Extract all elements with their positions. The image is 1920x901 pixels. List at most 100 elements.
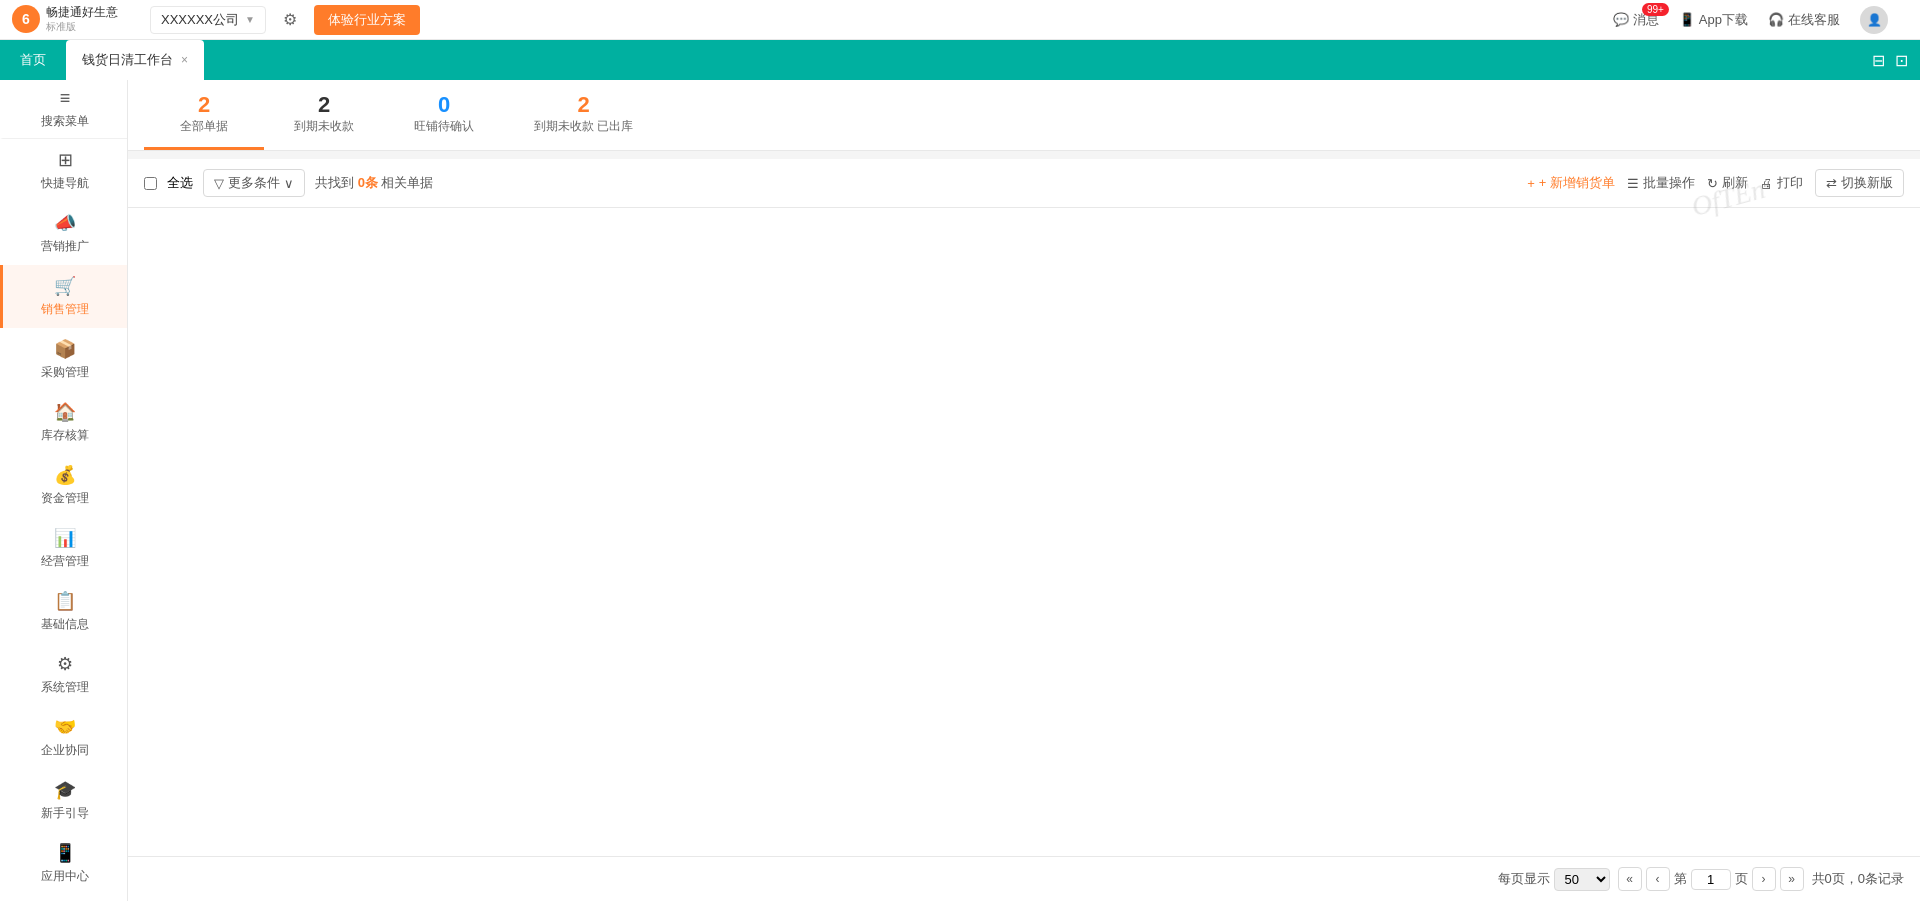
company-name: XXXXXX公司 xyxy=(161,11,239,29)
stat-tab-overdue[interactable]: 2 到期未收款 xyxy=(264,80,384,150)
add-label: + 新增销货单 xyxy=(1539,174,1615,192)
sidebar-item-finance[interactable]: 💰 资金管理 xyxy=(0,454,127,517)
first-page-button[interactable]: « xyxy=(1618,867,1642,891)
maximize-icon[interactable]: ⊡ xyxy=(1895,51,1908,70)
refresh-button[interactable]: ↻ 刷新 xyxy=(1707,174,1748,192)
logo-icon: 6 xyxy=(12,5,40,33)
logo-line2: 标准版 xyxy=(46,20,118,34)
add-sale-order-button[interactable]: + + 新增销货单 xyxy=(1527,174,1615,192)
switch-icon: ⇄ xyxy=(1826,176,1837,191)
message-icon: 💬 xyxy=(1613,12,1629,27)
online-service-label: 在线客服 xyxy=(1788,11,1840,29)
sidebar-label-guide: 新手引导 xyxy=(41,805,89,822)
next-page-button[interactable]: › xyxy=(1752,867,1776,891)
stat-tab-wangpu[interactable]: 0 旺铺待确认 xyxy=(384,80,504,150)
minimize-icon[interactable]: ⊟ xyxy=(1872,51,1885,70)
messages-badge: 99+ xyxy=(1642,3,1669,16)
search-menu-icon: ≡ xyxy=(60,88,71,109)
last-page-button[interactable]: » xyxy=(1780,867,1804,891)
quick-nav-icon: ⊞ xyxy=(58,149,73,171)
online-service-button[interactable]: 🎧 在线客服 xyxy=(1768,11,1840,29)
batch-operation-button[interactable]: ☰ 批量操作 xyxy=(1627,174,1695,192)
trial-button[interactable]: 体验行业方案 xyxy=(314,5,420,35)
sidebar-label-system: 系统管理 xyxy=(41,679,89,696)
sidebar-label-search: 搜索菜单 xyxy=(41,113,89,130)
tabbar: 首页 钱货日清工作台 × ⊟ ⊡ xyxy=(0,40,1920,80)
content-area: 2 全部单据 2 到期未收款 0 旺铺待确认 2 到期未收款 已出库 全选 xyxy=(128,80,1920,901)
sidebar-item-app-center[interactable]: 📱 应用中心 xyxy=(0,832,127,895)
sidebar-item-sales[interactable]: 🛒 销售管理 xyxy=(0,265,127,328)
tab-home[interactable]: 首页 xyxy=(0,40,66,80)
tab-close-icon[interactable]: × xyxy=(181,53,188,67)
refresh-label: 刷新 xyxy=(1722,174,1748,192)
logo-text-block: 畅捷通好生意 标准版 xyxy=(46,5,118,33)
sidebar-item-purchase[interactable]: 📦 采购管理 xyxy=(0,328,127,391)
tabbar-actions: ⊟ ⊡ xyxy=(1872,51,1920,70)
main-layout: ≡ 搜索菜单 ⊞ 快捷导航 📣 营销推广 🛒 销售管理 📦 采购管理 🏠 库存核… xyxy=(0,80,1920,901)
page-size-selector[interactable]: 每页显示 50 100 200 xyxy=(1498,868,1610,891)
table-area xyxy=(128,208,1920,856)
switch-version-button[interactable]: ⇄ 切换新版 xyxy=(1815,169,1904,197)
logo: 6 畅捷通好生意 标准版 xyxy=(12,5,140,33)
sidebar: ≡ 搜索菜单 ⊞ 快捷导航 📣 营销推广 🛒 销售管理 📦 采购管理 🏠 库存核… xyxy=(0,80,128,901)
sidebar-item-operations[interactable]: 📊 经营管理 xyxy=(0,517,127,580)
batch-icon: ☰ xyxy=(1627,176,1639,191)
company-selector[interactable]: XXXXXX公司 ▼ xyxy=(150,6,266,34)
system-icon: ⚙ xyxy=(57,653,73,675)
stat-num-all: 2 xyxy=(198,92,210,118)
sidebar-label-marketing: 营销推广 xyxy=(41,238,89,255)
logo-line1: 畅捷通好生意 xyxy=(46,5,118,19)
prev-page-button[interactable]: ‹ xyxy=(1646,867,1670,891)
page-input[interactable] xyxy=(1691,869,1731,890)
sidebar-label-app-center: 应用中心 xyxy=(41,868,89,885)
refresh-icon: ↻ xyxy=(1707,176,1718,191)
stat-label-wangpu: 旺铺待确认 xyxy=(414,118,474,135)
found-count: 0条 xyxy=(358,175,378,190)
operations-icon: 📊 xyxy=(54,527,76,549)
tab-active[interactable]: 钱货日清工作台 × xyxy=(66,40,204,80)
stat-tab-shipped[interactable]: 2 到期未收款 已出库 xyxy=(504,80,663,150)
toolbar: 全选 ▽ 更多条件 ∨ 共找到 0条 相关单据 + + 新增销货单 xyxy=(128,159,1920,208)
sidebar-item-marketing[interactable]: 📣 营销推广 xyxy=(0,202,127,265)
sidebar-label-sales: 销售管理 xyxy=(41,301,89,318)
stat-num-shipped: 2 xyxy=(578,92,590,118)
stat-label-shipped: 到期未收款 已出库 xyxy=(534,118,633,135)
finance-icon: 💰 xyxy=(54,464,76,486)
sidebar-item-basic-info[interactable]: 📋 基础信息 xyxy=(0,580,127,643)
sidebar-label-finance: 资金管理 xyxy=(41,490,89,507)
sidebar-label-operations: 经营管理 xyxy=(41,553,89,570)
app-center-icon: 📱 xyxy=(54,842,76,864)
sidebar-item-system[interactable]: ⚙ 系统管理 xyxy=(0,643,127,706)
user-avatar[interactable]: 👤 xyxy=(1860,6,1888,34)
topbar-right: 💬 消息 99+ 📱 App下载 🎧 在线客服 👤 xyxy=(1613,6,1908,34)
sidebar-item-enterprise-collab[interactable]: 🤝 企业协同 xyxy=(0,706,127,769)
page-suffix: 页 xyxy=(1735,870,1748,888)
sidebar-item-quick-nav[interactable]: ⊞ 快捷导航 xyxy=(0,139,127,202)
sidebar-item-wechat[interactable]: 💬 企业微信 xyxy=(0,895,127,901)
marketing-icon: 📣 xyxy=(54,212,76,234)
sidebar-item-search-menu[interactable]: ≡ 搜索菜单 xyxy=(0,80,127,139)
sidebar-label-purchase: 采购管理 xyxy=(41,364,89,381)
per-page-select[interactable]: 50 100 200 xyxy=(1554,868,1610,891)
sales-icon: 🛒 xyxy=(54,275,76,297)
toolbar-left: 全选 ▽ 更多条件 ∨ 共找到 0条 相关单据 xyxy=(144,169,1517,197)
inventory-icon: 🏠 xyxy=(54,401,76,423)
sidebar-item-inventory[interactable]: 🏠 库存核算 xyxy=(0,391,127,454)
print-button[interactable]: 🖨 打印 xyxy=(1760,174,1803,192)
filter-arrow-icon: ∨ xyxy=(284,176,294,191)
app-download-button[interactable]: 📱 App下载 xyxy=(1679,11,1748,29)
print-icon: 🖨 xyxy=(1760,176,1773,191)
found-prefix: 共找到 xyxy=(315,175,354,190)
headset-icon: 🎧 xyxy=(1768,12,1784,27)
sidebar-label-collab: 企业协同 xyxy=(41,742,89,759)
collab-icon: 🤝 xyxy=(54,716,76,738)
select-all-checkbox[interactable] xyxy=(144,177,157,190)
guide-icon: 🎓 xyxy=(54,779,76,801)
filter-button[interactable]: ▽ 更多条件 ∨ xyxy=(203,169,305,197)
sidebar-label-basic-info: 基础信息 xyxy=(41,616,89,633)
sidebar-item-guide[interactable]: 🎓 新手引导 xyxy=(0,769,127,832)
stat-tab-all[interactable]: 2 全部单据 xyxy=(144,80,264,150)
settings-button[interactable]: ⚙ xyxy=(276,6,304,34)
messages-button[interactable]: 💬 消息 99+ xyxy=(1613,11,1659,29)
filter-icon: ▽ xyxy=(214,176,224,191)
